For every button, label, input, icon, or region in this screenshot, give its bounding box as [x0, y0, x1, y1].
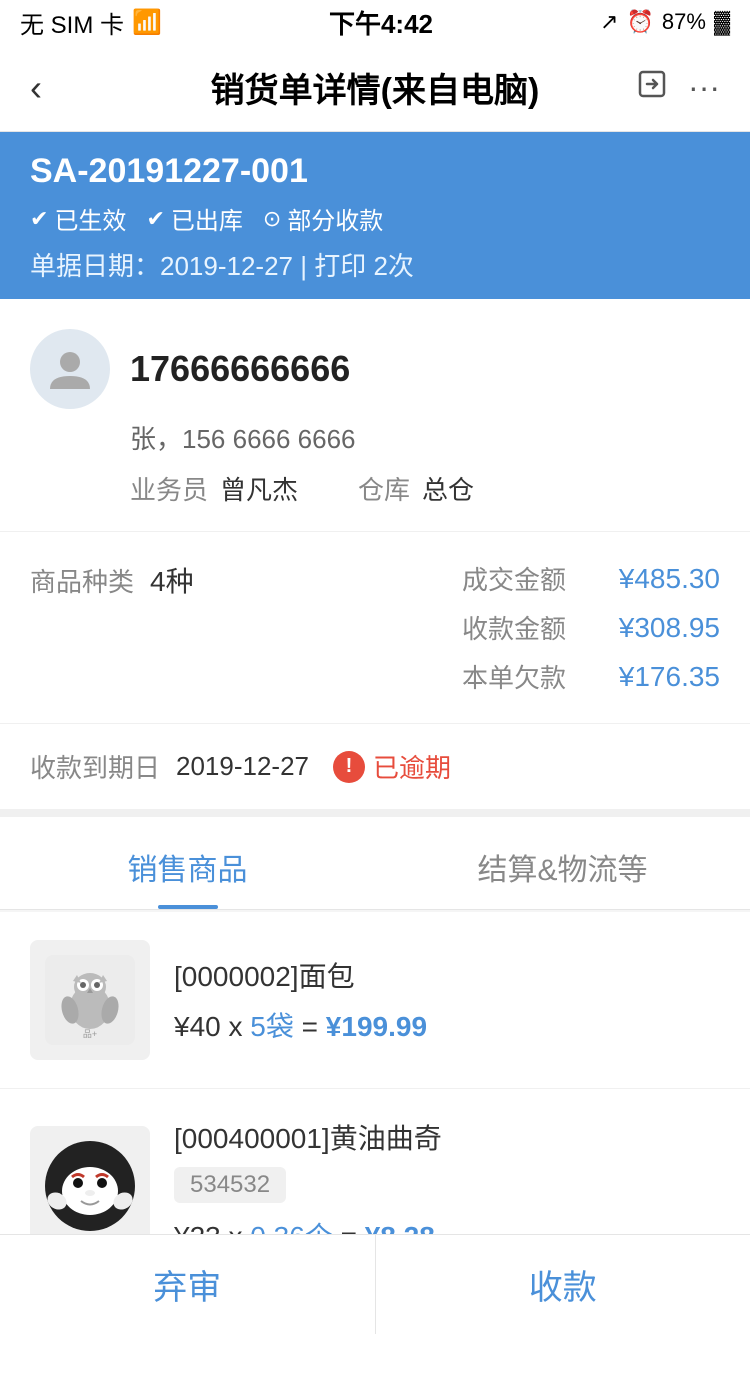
overdue-badge: ! 已逾期: [333, 748, 451, 785]
print-suffix: 次: [388, 251, 414, 281]
print-label: | 打印: [293, 251, 373, 281]
bottom-bar: 弃审 收款: [0, 1234, 750, 1334]
deal-amount-row: 成交金额 ¥485.30: [462, 560, 720, 597]
due-date-section: 收款到期日 2019-12-27 ! 已逾期: [0, 724, 750, 817]
customer-name-phone: 张，156 6666 6666: [130, 419, 356, 456]
customer-row: 17666666666: [30, 329, 720, 409]
staff-row: 业务员 曾凡杰 仓库 总仓: [130, 470, 720, 507]
product-item: 品+ [0000002]面包 ¥40 x 5袋 = ¥199.99: [0, 912, 750, 1089]
debt-amount-value: ¥176.35: [590, 661, 720, 693]
product-info-bread: [0000002]面包 ¥40 x 5袋 = ¥199.99: [174, 955, 720, 1045]
product-types-value: 4种: [150, 560, 194, 600]
unit-price-bread: ¥40: [174, 1011, 221, 1042]
received-amount-value: ¥308.95: [590, 612, 720, 644]
nav-bar: ‹ 销货单详情(来自电脑) ···: [0, 44, 750, 132]
shipped-icon: ✔: [146, 206, 164, 232]
due-date-value: 2019-12-27: [176, 751, 309, 782]
status-right: ↗ ⏰ 87% ▓: [600, 9, 730, 35]
battery-icon: ▓: [714, 9, 730, 35]
qty-bread: 5袋: [250, 1011, 294, 1042]
received-amount-label: 收款金额: [462, 609, 566, 646]
multiply-bread: x: [229, 1011, 251, 1042]
status-time: 下午4:42: [329, 4, 433, 41]
customer-info-row: 张，156 6666 6666: [130, 419, 720, 456]
deal-amount-value: ¥485.30: [590, 563, 720, 595]
location-icon: ↗: [600, 9, 618, 35]
order-date-value: 2019-12-27: [160, 251, 293, 281]
staff-label: 业务员: [130, 470, 208, 507]
status-badges: ✔ 已生效 ✔ 已出库 ⊙ 部分收款: [30, 201, 720, 236]
badge-shipped: ✔ 已出库: [146, 201, 242, 236]
collect-payment-button[interactable]: 收款: [376, 1235, 750, 1334]
page-title: 销货单详情(来自电脑): [211, 63, 540, 112]
amount-stats: 成交金额 ¥485.30 收款金额 ¥308.95 本单欠款 ¥176.35: [462, 560, 720, 695]
no-sim-text: 无 SIM 卡: [20, 5, 124, 40]
staff-name: 曾凡杰: [220, 470, 298, 507]
product-types: 商品种类 4种: [30, 560, 194, 600]
share-button[interactable]: [636, 68, 668, 108]
product-image-cookie: [30, 1126, 150, 1246]
customer-section: 17666666666 张，156 6666 6666 业务员 曾凡杰 仓库 总…: [0, 299, 750, 532]
nav-right-actions: ···: [636, 68, 720, 108]
deal-amount-label: 成交金额: [462, 560, 566, 597]
wifi-icon: 📶: [132, 8, 162, 37]
order-id: SA-20191227-001: [30, 152, 720, 191]
product-image-bread: 品+: [30, 940, 150, 1060]
badge-effective: ✔ 已生效: [30, 201, 126, 236]
badge-effective-label: 已生效: [54, 201, 126, 236]
total-bread: ¥199.99: [326, 1011, 427, 1042]
overdue-label: 已逾期: [373, 748, 451, 785]
qty-val-bread: 5: [250, 1011, 266, 1042]
partial-payment-icon: ⊙: [263, 206, 281, 232]
product-sku-cookie: 534532: [174, 1167, 286, 1203]
warehouse-label: 仓库: [358, 470, 410, 507]
received-amount-row: 收款金额 ¥308.95: [462, 609, 720, 646]
warehouse-name: 总仓: [422, 470, 474, 507]
badge-partial-label: 部分收款: [287, 201, 383, 236]
product-price-bread: ¥40 x 5袋 = ¥199.99: [174, 1005, 720, 1045]
tab-settlement-logistics[interactable]: 结算&物流等: [375, 817, 750, 909]
unit-bread: 袋: [266, 1011, 294, 1042]
product-types-label: 商品种类: [30, 562, 134, 599]
cancel-review-button[interactable]: 弃审: [0, 1235, 376, 1334]
order-header-banner: SA-20191227-001 ✔ 已生效 ✔ 已出库 ⊙ 部分收款 单据日期：…: [0, 132, 750, 299]
due-date-label: 收款到期日: [30, 748, 160, 785]
tabs-section: 销售商品 结算&物流等: [0, 817, 750, 910]
more-button[interactable]: ···: [688, 69, 720, 106]
stats-section: 商品种类 4种 成交金额 ¥485.30 收款金额 ¥308.95 本单欠款 ¥…: [0, 532, 750, 724]
order-date-row: 单据日期：2019-12-27 | 打印 2次: [30, 246, 720, 283]
alarm-icon: ⏰: [626, 9, 653, 35]
back-button[interactable]: ‹: [30, 67, 90, 109]
debt-amount-label: 本单欠款: [462, 658, 566, 695]
tab-sales-products[interactable]: 销售商品: [0, 817, 375, 909]
order-date-label: 单据日期：: [30, 251, 160, 281]
svg-text:品+: 品+: [83, 1029, 97, 1039]
customer-phone: 17666666666: [130, 348, 350, 390]
status-left: 无 SIM 卡 📶: [20, 5, 162, 40]
product-name-cookie: [000400001]黄油曲奇: [174, 1117, 720, 1157]
debt-amount-row: 本单欠款 ¥176.35: [462, 658, 720, 695]
battery-text: 87%: [662, 9, 706, 35]
equals-bread: =: [302, 1011, 326, 1042]
overdue-icon: !: [333, 751, 365, 783]
badge-partial-payment: ⊙ 部分收款: [263, 201, 383, 236]
effective-icon: ✔: [30, 206, 48, 232]
status-bar: 无 SIM 卡 📶 下午4:42 ↗ ⏰ 87% ▓: [0, 0, 750, 44]
print-count: 2: [373, 251, 387, 281]
product-name-bread: [0000002]面包: [174, 955, 720, 995]
customer-avatar: [30, 329, 110, 409]
badge-shipped-label: 已出库: [171, 201, 243, 236]
